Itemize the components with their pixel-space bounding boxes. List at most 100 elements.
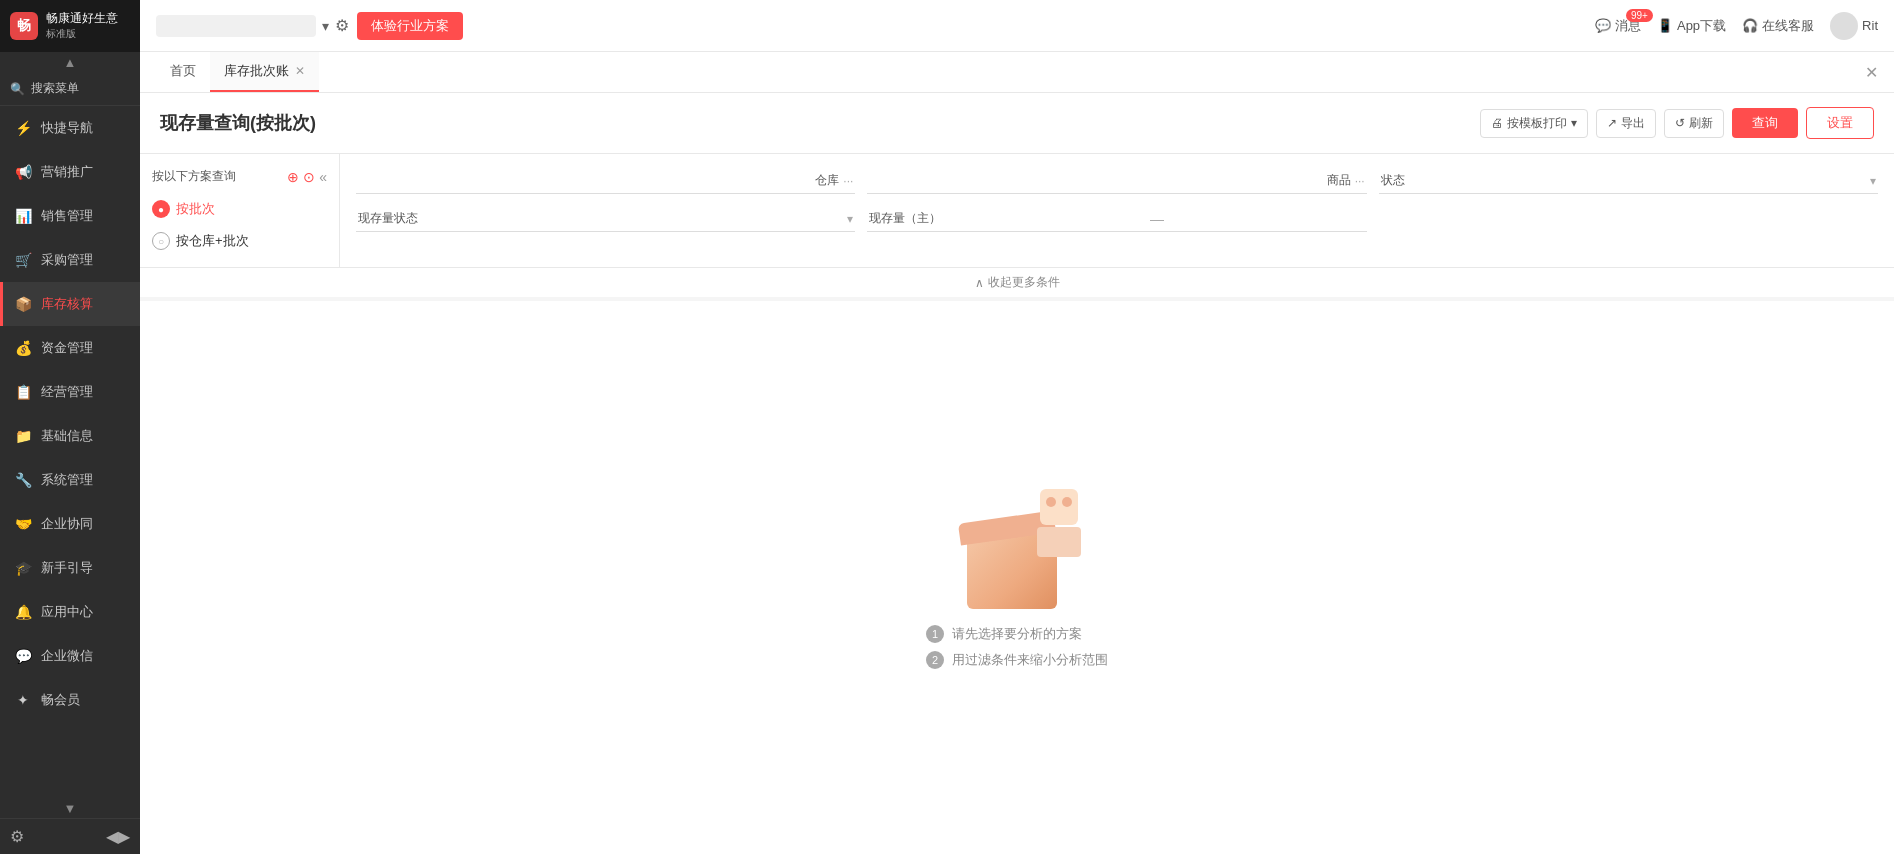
filter-row-2: 现存量状态 ▾ 现存量（主） — bbox=[356, 206, 1878, 232]
inventory-status-select[interactable] bbox=[426, 211, 847, 226]
sidebar-item-快捷导航[interactable]: ⚡ 快捷导航 bbox=[0, 106, 140, 150]
user-name: Rit bbox=[1862, 18, 1878, 33]
empty-step-2: 2 用过滤条件来缩小分析范围 bbox=[926, 651, 1108, 669]
sidebar-item-营销推广[interactable]: 📢 营销推广 bbox=[0, 150, 140, 194]
status-select-wrap: 状态 ▾ bbox=[1379, 168, 1878, 194]
nav-label-6: 经营管理 bbox=[41, 383, 93, 401]
online-service-item[interactable]: 🎧 在线客服 bbox=[1742, 17, 1814, 35]
nav-label-9: 企业协同 bbox=[41, 515, 93, 533]
refresh-btn[interactable]: ↺ 刷新 bbox=[1664, 109, 1724, 138]
nav-icon-7: 📁 bbox=[13, 426, 33, 446]
nav-icon-10: 🎓 bbox=[13, 558, 33, 578]
main-area: ▾ ⚙ 体验行业方案 💬 消息 99+ 📱 App下载 🎧 在线客服 Rit bbox=[140, 0, 1894, 854]
sidebar-item-采购管理[interactable]: 🛒 采购管理 bbox=[0, 238, 140, 282]
sidebar: 畅 畅康通好生意 标准版 ▲ 🔍 搜索菜单 ⚡ 快捷导航 📢 营销推广 📊 销售… bbox=[0, 0, 140, 854]
sidebar-item-基础信息[interactable]: 📁 基础信息 bbox=[0, 414, 140, 458]
nav-icon-0: ⚡ bbox=[13, 118, 33, 138]
search-icon: 🔍 bbox=[10, 82, 25, 96]
sidebar-item-畅会员[interactable]: ✦ 畅会员 bbox=[0, 678, 140, 722]
status-select[interactable] bbox=[1413, 173, 1870, 188]
settings-icon[interactable]: ⚙ bbox=[10, 827, 24, 846]
nav-icon-1: 📢 bbox=[13, 162, 33, 182]
collapse-label: 收起更多条件 bbox=[988, 274, 1060, 291]
scheme-item-label-1: 按仓库+批次 bbox=[176, 232, 249, 250]
nav-label-7: 基础信息 bbox=[41, 427, 93, 445]
scheme-settings-btn[interactable]: ⊙ bbox=[303, 169, 315, 185]
nav-icon-6: 📋 bbox=[13, 382, 33, 402]
scheme-gear-icon: ⊙ bbox=[303, 169, 315, 185]
tab-home[interactable]: 首页 bbox=[156, 52, 210, 92]
sidebar-item-销售管理[interactable]: 📊 销售管理 bbox=[0, 194, 140, 238]
print-dropdown-icon: ▾ bbox=[1571, 116, 1577, 130]
app-subtitle: 标准版 bbox=[46, 27, 118, 41]
app-download-label: App下载 bbox=[1677, 17, 1726, 35]
collapse-sidebar-icon[interactable]: ◀▶ bbox=[106, 827, 130, 846]
scheme-item-0[interactable]: ● 按批次 bbox=[140, 193, 339, 225]
sidebar-scroll-up[interactable]: ▲ bbox=[0, 52, 140, 72]
nav-icon-8: 🔧 bbox=[13, 470, 33, 490]
product-more-btn[interactable]: ··· bbox=[1355, 174, 1365, 188]
sidebar-item-新手引导[interactable]: 🎓 新手引导 bbox=[0, 546, 140, 590]
sidebar-scroll-down[interactable]: ▼ bbox=[0, 798, 140, 818]
page-actions: 🖨 按模板打印 ▾ ↗ 导出 ↺ 刷新 查询 设置 bbox=[1480, 107, 1874, 139]
topbar-right: 💬 消息 99+ 📱 App下载 🎧 在线客服 Rit bbox=[1595, 12, 1878, 40]
topbar-dropdown-btn[interactable]: ▾ bbox=[322, 18, 329, 34]
scheme-collapse-btn[interactable]: « bbox=[319, 169, 327, 185]
status-field: 状态 ▾ bbox=[1379, 168, 1878, 194]
query-btn[interactable]: 查询 bbox=[1732, 108, 1798, 138]
warehouse-more-btn[interactable]: ··· bbox=[843, 174, 853, 188]
filter-area: 按以下方案查询 ⊕ ⊙ « ● 按批次 bbox=[140, 154, 1894, 267]
sidebar-search-menu[interactable]: 🔍 搜索菜单 bbox=[0, 72, 140, 106]
print-btn[interactable]: 🖨 按模板打印 ▾ bbox=[1480, 109, 1588, 138]
topbar-gear-btn[interactable]: ⚙ bbox=[335, 16, 349, 35]
export-btn[interactable]: ↗ 导出 bbox=[1596, 109, 1656, 138]
inventory-status-field: 现存量状态 ▾ bbox=[356, 206, 855, 232]
collapse-more-btn[interactable]: ∧ 收起更多条件 bbox=[140, 267, 1894, 297]
scheme-panel-header: 按以下方案查询 ⊕ ⊙ « bbox=[140, 164, 339, 193]
export-label: 导出 bbox=[1621, 115, 1645, 132]
sidebar-item-应用中心[interactable]: 🔔 应用中心 bbox=[0, 590, 140, 634]
sidebar-item-资金管理[interactable]: 💰 资金管理 bbox=[0, 326, 140, 370]
chevron-left-icon: « bbox=[319, 169, 327, 185]
tab-close-icon[interactable]: ✕ bbox=[295, 65, 305, 77]
nav-icon-5: 💰 bbox=[13, 338, 33, 358]
sidebar-item-企业协同[interactable]: 🤝 企业协同 bbox=[0, 502, 140, 546]
scheme-outline-dot: ○ bbox=[152, 232, 170, 250]
tabs-bar: 首页 库存批次账 ✕ ✕ bbox=[140, 52, 1894, 93]
experience-btn[interactable]: 体验行业方案 bbox=[357, 12, 463, 40]
settings-btn[interactable]: 设置 bbox=[1806, 107, 1874, 139]
inventory-qty-max[interactable] bbox=[1170, 211, 1365, 226]
product-input[interactable] bbox=[869, 173, 1326, 188]
nav-label-5: 资金管理 bbox=[41, 339, 93, 357]
page-header: 现存量查询(按批次) 🖨 按模板打印 ▾ ↗ 导出 ↺ 刷新 查询 设置 bbox=[140, 93, 1894, 154]
messages-item[interactable]: 💬 消息 99+ bbox=[1595, 17, 1641, 35]
nav-label-3: 采购管理 bbox=[41, 251, 93, 269]
topbar-search-input[interactable] bbox=[156, 15, 316, 37]
sidebar-item-经营管理[interactable]: 📋 经营管理 bbox=[0, 370, 140, 414]
topbar: ▾ ⚙ 体验行业方案 💬 消息 99+ 📱 App下载 🎧 在线客服 Rit bbox=[140, 0, 1894, 52]
tab-inventory-batch[interactable]: 库存批次账 ✕ bbox=[210, 52, 319, 92]
user-item[interactable]: Rit bbox=[1830, 12, 1878, 40]
inventory-qty-min[interactable] bbox=[949, 211, 1144, 226]
warehouse-field: 仓库 ··· bbox=[356, 168, 855, 194]
empty-step-1: 1 请先选择要分析的方案 bbox=[926, 625, 1108, 643]
sidebar-item-企业微信[interactable]: 💬 企业微信 bbox=[0, 634, 140, 678]
sidebar-item-系统管理[interactable]: 🔧 系统管理 bbox=[0, 458, 140, 502]
tabs-close-all-btn[interactable]: ✕ bbox=[1865, 63, 1878, 82]
inventory-status-select-wrap: 现存量状态 ▾ bbox=[356, 206, 855, 232]
status-chevron-icon: ▾ bbox=[1870, 174, 1876, 188]
refresh-label: 刷新 bbox=[1689, 115, 1713, 132]
nav-label-10: 新手引导 bbox=[41, 559, 93, 577]
app-download-item[interactable]: 📱 App下载 bbox=[1657, 17, 1726, 35]
sidebar-item-库存核算[interactable]: 📦 库存核算 bbox=[0, 282, 140, 326]
print-icon: 🖨 bbox=[1491, 116, 1503, 130]
scheme-item-1[interactable]: ○ 按仓库+批次 bbox=[140, 225, 339, 257]
filter-fields: 仓库 ··· 商品 ··· 状态 bbox=[340, 154, 1894, 267]
messages-badge: 99+ bbox=[1626, 9, 1653, 22]
inventory-qty-wrap: 现存量（主） — bbox=[867, 206, 1366, 232]
warehouse-input[interactable] bbox=[358, 173, 815, 188]
online-service-label: 在线客服 bbox=[1762, 17, 1814, 35]
nav-label-4: 库存核算 bbox=[41, 295, 93, 313]
scheme-add-btn[interactable]: ⊕ bbox=[287, 169, 299, 185]
empty-step-1-text: 请先选择要分析的方案 bbox=[952, 625, 1082, 643]
